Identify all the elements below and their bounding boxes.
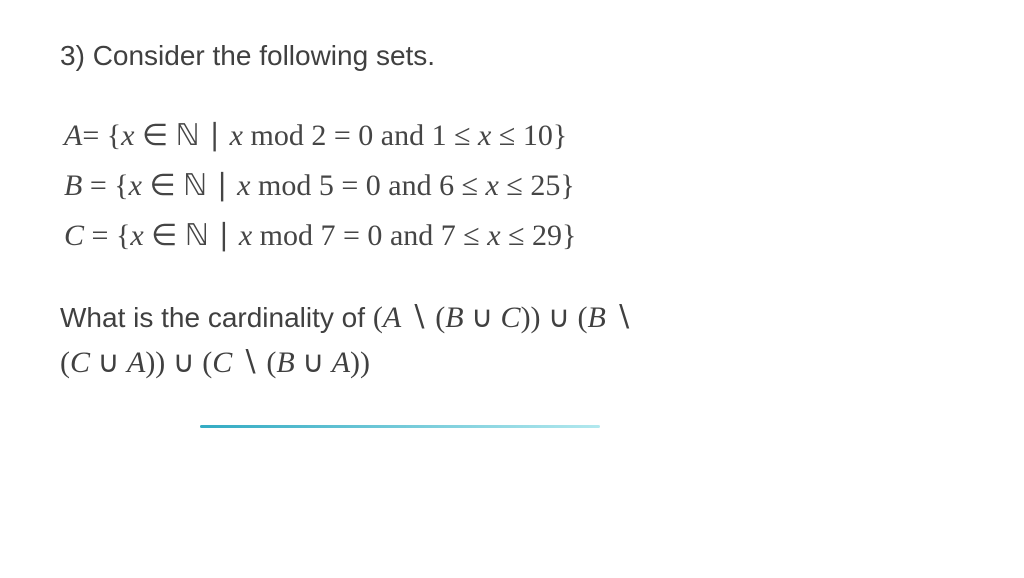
set-definitions: A= {x ∈ ℕ ∣ x mod 2 = 0 and 1 ≤ x ≤ 10} … [60, 112, 964, 260]
question-intro: Consider the following sets. [93, 40, 435, 71]
set-a-def: A= {x ∈ ℕ ∣ x mod 2 = 0 and 1 ≤ x ≤ 10} [64, 112, 964, 160]
question-text: What is the cardinality of (A ∖ (B ∪ C))… [60, 295, 964, 385]
question-prefix: What is the cardinality of [60, 302, 373, 333]
set-c-def: C = {x ∈ ℕ ∣ x mod 7 = 0 and 7 ≤ x ≤ 29} [64, 212, 964, 260]
question-number: 3) [60, 40, 85, 71]
question-header: 3) Consider the following sets. [60, 40, 964, 72]
problem-container: 3) Consider the following sets. A= {x ∈ … [60, 40, 964, 428]
divider-line [200, 425, 600, 428]
set-b-def: B = {x ∈ ℕ ∣ x mod 5 = 0 and 6 ≤ x ≤ 25} [64, 162, 964, 210]
